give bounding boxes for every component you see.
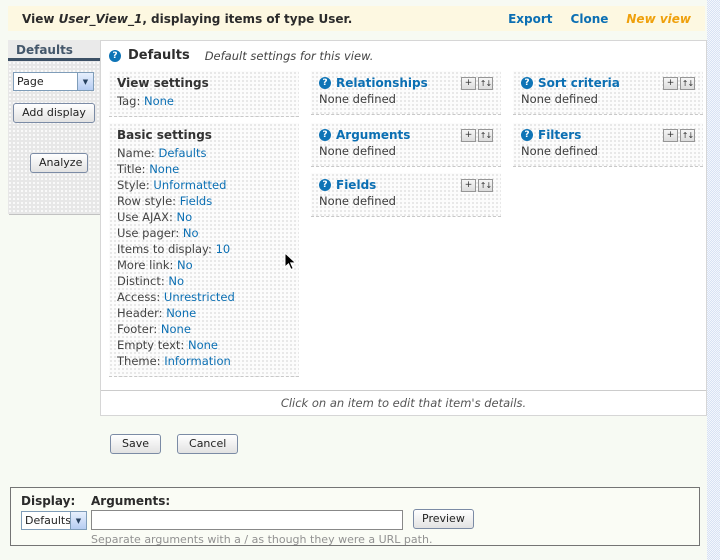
displays-sidebar: Defaults Page ▼ Add display Analyze [8,40,100,214]
footer-value-link[interactable]: None [161,322,191,336]
help-icon[interactable]: ? [319,77,331,89]
add-icon[interactable]: + [461,178,476,192]
arguments-empty: None defined [319,144,396,158]
access-value-link[interactable]: Unrestricted [164,290,235,304]
display-heading: ? Defaults Default settings for this vie… [101,41,706,69]
add-icon[interactable]: + [461,128,476,142]
arguments-label: Arguments: [91,494,171,508]
setting-row-items-to-display: Items to display: 10 [117,242,231,256]
rearrange-icon[interactable]: ↑↓ [680,128,695,142]
tag-value-link[interactable]: None [144,94,174,108]
use-ajax-value-link[interactable]: No [176,210,192,224]
arguments-input[interactable] [91,510,403,530]
panel-footer-note: Click on an item to edit that item's det… [101,390,706,415]
tab-defaults[interactable]: Defaults [8,40,100,61]
setting-row-header: Header: None [117,306,197,320]
display-heading-title: Defaults [128,48,190,63]
help-icon[interactable]: ? [319,179,331,191]
preview-button[interactable]: Preview [413,509,474,529]
live-preview-panel: Display: Arguments: Defaults ▼ Preview S… [10,487,700,546]
sort-criteria-empty: None defined [521,92,598,106]
row-style-value-link[interactable]: Fields [180,194,213,208]
view-edit-panel: ? Defaults Default settings for this vie… [100,40,707,416]
style-value-link[interactable]: Unformatted [153,178,226,192]
basic-settings-title: Basic settings [117,128,212,142]
display-type-select[interactable]: Page ▼ [13,72,94,91]
cancel-button[interactable]: Cancel [177,434,239,454]
setting-row-use-ajax: Use AJAX: No [117,210,193,224]
more-link-value-link[interactable]: No [177,258,193,272]
chevron-down-icon[interactable]: ▼ [70,512,86,529]
rearrange-icon[interactable]: ↑↓ [478,76,493,90]
rearrange-icon[interactable]: ↑↓ [478,128,493,142]
setting-row-name: Name: Defaults [117,146,207,160]
page-title: View User_View_1, displaying items of ty… [22,11,353,26]
setting-row-row-style: Row style: Fields [117,194,213,208]
setting-row-more-link: More link: No [117,258,193,272]
view-header-bar: View User_View_1, displaying items of ty… [8,6,705,31]
preview-display-select[interactable]: Defaults ▼ [21,511,87,530]
empty-text-value-link[interactable]: None [188,338,218,352]
rearrange-icon[interactable]: ↑↓ [680,76,695,90]
setting-row-use-pager: Use pager: No [117,226,199,240]
help-icon[interactable]: ? [521,77,533,89]
new-view-link[interactable]: New view [626,12,691,26]
filters-title-link[interactable]: Filters [538,128,581,142]
title-value-link[interactable]: None [149,162,179,176]
help-icon[interactable]: ? [319,129,331,141]
fields-title-link[interactable]: Fields [336,178,376,192]
relationships-empty: None defined [319,92,396,106]
filters-box: ? Filters + ↑↓ None defined [513,123,703,167]
preview-display-value: Defaults [25,514,70,527]
arguments-help-text: Separate arguments with a / as though th… [91,533,433,546]
display-controls: Page ▼ Add display Analyze [8,61,100,214]
setting-row-footer: Footer: None [117,322,191,336]
help-icon[interactable]: ? [109,49,121,62]
setting-row-tag: Tag: None [117,94,175,108]
items-to-display-value-link[interactable]: 10 [216,242,231,256]
analyze-button[interactable]: Analyze [30,153,88,173]
rearrange-icon[interactable]: ↑↓ [478,178,493,192]
view-settings-title: View settings [117,76,209,90]
display-type-value: Page [17,75,44,88]
export-link[interactable]: Export [508,12,552,26]
arguments-box: ? Arguments + ↑↓ None defined [311,123,501,167]
arguments-title-link[interactable]: Arguments [336,128,410,142]
relationships-box: ? Relationships + ↑↓ None defined [311,71,501,115]
name-value-link[interactable]: Defaults [158,146,206,160]
fields-empty: None defined [319,194,396,208]
form-actions: Save Cancel [110,434,239,454]
use-pager-value-link[interactable]: No [183,226,199,240]
add-display-button[interactable]: Add display [13,103,95,123]
fields-box: ? Fields + ↑↓ None defined [311,173,501,217]
scrollbar[interactable] [707,0,720,560]
setting-row-access: Access: Unrestricted [117,290,235,304]
save-button[interactable]: Save [110,434,162,454]
display-heading-subtitle: Default settings for this view. [204,48,374,63]
theme-value-link[interactable]: Information [164,354,231,368]
sort-criteria-title-link[interactable]: Sort criteria [538,76,620,90]
setting-row-distinct: Distinct: No [117,274,185,288]
clone-link[interactable]: Clone [571,12,609,26]
add-icon[interactable]: + [663,128,678,142]
setting-row-title: Title: None [117,162,180,176]
filters-empty: None defined [521,144,598,158]
setting-row-theme: Theme: Information [117,354,231,368]
add-icon[interactable]: + [461,76,476,90]
setting-row-empty-text: Empty text: None [117,338,218,352]
setting-row-style: Style: Unformatted [117,178,227,192]
help-icon[interactable]: ? [521,129,533,141]
add-icon[interactable]: + [663,76,678,90]
view-name: User_View_1 [58,11,143,26]
distinct-value-link[interactable]: No [168,274,184,288]
header-links: Export Clone New view [508,12,691,26]
display-label: Display: [21,494,76,508]
basic-settings-box: Basic settings Name: Defaults Title: Non… [109,123,299,377]
view-settings-box: View settings Tag: None [109,71,299,117]
chevron-down-icon[interactable]: ▼ [77,73,93,90]
sort-criteria-box: ? Sort criteria + ↑↓ None defined [513,71,703,115]
relationships-title-link[interactable]: Relationships [336,76,428,90]
header-value-link[interactable]: None [166,306,196,320]
